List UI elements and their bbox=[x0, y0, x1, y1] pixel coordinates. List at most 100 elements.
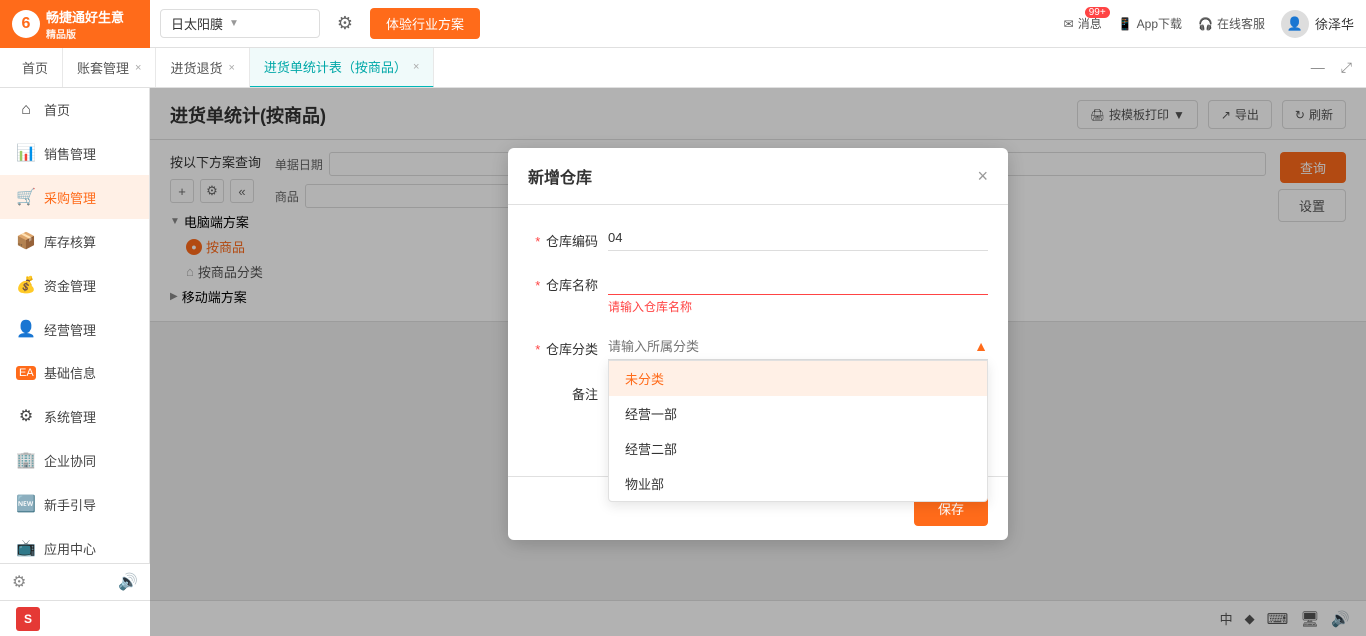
sidebar-item-sales[interactable]: 📊 销售管理 bbox=[0, 131, 149, 175]
enterprise-icon: 🏢 bbox=[16, 450, 36, 470]
tab-expand-icon[interactable]: ⤢ bbox=[1335, 57, 1358, 78]
apps-icon: 📺 bbox=[16, 538, 36, 558]
tab-purchase-stats-label: 进货单统计表（按商品） bbox=[264, 57, 407, 76]
classify-input-row: ▲ bbox=[608, 333, 988, 360]
bottom-left: S bbox=[16, 607, 40, 631]
required-star-code: * bbox=[535, 234, 540, 249]
classify-wrapper: ▲ 未分类 经营一部 经营二部 物业部 bbox=[608, 333, 988, 360]
tab-purchase-stats[interactable]: 进货单统计表（按商品） × bbox=[250, 48, 434, 88]
store-arrow-icon: ▼ bbox=[229, 18, 239, 29]
top-header: 6 畅捷通好生意 精品版 日太阳膜 ▼ ⚙ 体验行业方案 ✉ 消息 99+ 📱 … bbox=[0, 0, 1366, 48]
code-label: * 仓库编码 bbox=[528, 225, 598, 250]
sidebar-speaker-icon[interactable]: 🔊 bbox=[118, 572, 138, 592]
sidebar-item-finance[interactable]: 💰 资金管理 bbox=[0, 263, 149, 307]
content-area: 进货单统计(按商品) 🖨 按模板打印 ▼ ↗ 导出 ↻ 刷新 bbox=[150, 88, 1366, 636]
main-layout: ⌂ 首页 📊 销售管理 🛒 采购管理 📦 库存核算 💰 资金管理 👤 经营管理 … bbox=[0, 88, 1366, 636]
service-label: 在线客服 bbox=[1217, 15, 1265, 32]
tab-accounts[interactable]: 账套管理 × bbox=[63, 48, 156, 88]
logo-text: 畅捷通好生意 精品版 bbox=[46, 7, 124, 41]
modal-header: 新增仓库 × bbox=[508, 148, 1008, 205]
sidebar-apps-label: 应用中心 bbox=[44, 539, 96, 558]
form-row-name: * 仓库名称 请输入仓库名称 bbox=[528, 269, 988, 315]
form-row-code: * 仓库编码 bbox=[528, 225, 988, 251]
inventory-icon: 📦 bbox=[16, 231, 36, 251]
logo-area: 6 畅捷通好生意 精品版 bbox=[0, 0, 150, 48]
app-icon: 📱 bbox=[1118, 17, 1133, 31]
sidebar-item-home[interactable]: ⌂ 首页 bbox=[0, 88, 149, 131]
name-error-msg: 请输入仓库名称 bbox=[608, 298, 988, 315]
form-row-classify: * 仓库分类 ▲ 未分类 经营一部 经 bbox=[528, 333, 988, 360]
sidebar: ⌂ 首页 📊 销售管理 🛒 采购管理 📦 库存核算 💰 资金管理 👤 经营管理 … bbox=[0, 88, 150, 636]
code-input[interactable] bbox=[608, 225, 988, 251]
classify-arrow-icon[interactable]: ▲ bbox=[974, 338, 988, 354]
sidebar-settings-icon[interactable]: ⚙ bbox=[12, 572, 26, 592]
bottom-logo: S bbox=[16, 607, 40, 631]
user-name: 徐泽华 bbox=[1315, 14, 1354, 33]
user-area[interactable]: 👤 徐泽华 bbox=[1281, 10, 1354, 38]
tab-purchase-return[interactable]: 进货退货 × bbox=[156, 48, 249, 88]
classify-dropdown: 未分类 经营一部 经营二部 物业部 bbox=[608, 360, 988, 502]
sales-icon: 📊 bbox=[16, 143, 36, 163]
system-icon: ⚙ bbox=[16, 406, 36, 426]
modal-close-icon[interactable]: × bbox=[977, 166, 988, 187]
sidebar-home-label: 首页 bbox=[44, 100, 70, 119]
dropdown-item-property[interactable]: 物业部 bbox=[609, 466, 987, 501]
classify-input[interactable] bbox=[608, 339, 974, 354]
sidebar-item-guide[interactable]: 🆕 新手引导 bbox=[0, 482, 149, 526]
service-item[interactable]: 🎧 在线客服 bbox=[1198, 15, 1265, 32]
name-input-wrapper: 请输入仓库名称 bbox=[608, 269, 988, 315]
header-right: ✉ 消息 99+ 📱 App下载 🎧 在线客服 👤 徐泽华 bbox=[1064, 10, 1354, 38]
user-avatar: 👤 bbox=[1281, 10, 1309, 38]
tab-minimize-icon[interactable]: — bbox=[1305, 57, 1331, 78]
messages-badge: 99+ bbox=[1085, 7, 1110, 18]
modal-new-warehouse: 新增仓库 × * 仓库编码 * bbox=[508, 148, 1008, 540]
dropdown-item-dept1[interactable]: 经营一部 bbox=[609, 396, 987, 431]
sidebar-inventory-label: 库存核算 bbox=[44, 232, 96, 251]
sidebar-item-basic[interactable]: EA 基础信息 bbox=[0, 351, 149, 394]
sidebar-item-business[interactable]: 👤 经营管理 bbox=[0, 307, 149, 351]
dropdown-item-uncategorized[interactable]: 未分类 bbox=[609, 361, 987, 396]
sidebar-basic-label: 基础信息 bbox=[44, 363, 96, 382]
sidebar-finance-label: 资金管理 bbox=[44, 276, 96, 295]
messages-item[interactable]: ✉ 消息 99+ bbox=[1064, 15, 1102, 32]
tab-accounts-label: 账套管理 bbox=[77, 58, 129, 77]
sidebar-item-system[interactable]: ⚙ 系统管理 bbox=[0, 394, 149, 438]
sidebar-item-purchase[interactable]: 🛒 采购管理 bbox=[0, 175, 149, 219]
settings-icon[interactable]: ⚙ bbox=[330, 9, 360, 39]
purchase-icon: 🛒 bbox=[16, 187, 36, 207]
classify-label: * 仓库分类 bbox=[528, 333, 598, 358]
store-name: 日太阳膜 bbox=[171, 14, 223, 33]
name-label: * 仓库名称 bbox=[528, 269, 598, 294]
guide-icon: 🆕 bbox=[16, 494, 36, 514]
tab-purchase-return-label: 进货退货 bbox=[170, 58, 222, 77]
tab-accounts-close-icon[interactable]: × bbox=[135, 62, 141, 74]
sidebar-purchase-label: 采购管理 bbox=[44, 188, 96, 207]
basic-icon: EA bbox=[16, 366, 36, 380]
sidebar-enterprise-label: 企业协同 bbox=[44, 451, 96, 470]
sidebar-item-enterprise[interactable]: 🏢 企业协同 bbox=[0, 438, 149, 482]
business-icon: 👤 bbox=[16, 319, 36, 339]
dropdown-item-dept2[interactable]: 经营二部 bbox=[609, 431, 987, 466]
finance-icon: 💰 bbox=[16, 275, 36, 295]
sidebar-guide-label: 新手引导 bbox=[44, 495, 96, 514]
tab-purchase-return-close-icon[interactable]: × bbox=[228, 62, 234, 74]
sidebar-sales-label: 销售管理 bbox=[44, 144, 96, 163]
logo-main: 畅捷通好生意 bbox=[46, 7, 124, 26]
sidebar-system-label: 系统管理 bbox=[44, 407, 96, 426]
tab-bar: 首页 账套管理 × 进货退货 × 进货单统计表（按商品） × — ⤢ bbox=[0, 48, 1366, 88]
app-download-item[interactable]: 📱 App下载 bbox=[1118, 15, 1182, 32]
tab-home[interactable]: 首页 bbox=[8, 48, 63, 88]
tab-purchase-stats-close-icon[interactable]: × bbox=[413, 61, 419, 73]
modal-overlay: 新增仓库 × * 仓库编码 * bbox=[150, 88, 1366, 636]
message-icon: ✉ bbox=[1064, 17, 1074, 31]
store-selector[interactable]: 日太阳膜 ▼ bbox=[160, 9, 320, 38]
trial-button[interactable]: 体验行业方案 bbox=[370, 8, 480, 39]
headset-icon: 🎧 bbox=[1198, 17, 1213, 31]
app-label: App下载 bbox=[1137, 15, 1182, 32]
modal-body: * 仓库编码 * 仓库名称 请输入仓库名称 bbox=[508, 205, 1008, 476]
modal-title: 新增仓库 bbox=[528, 164, 592, 188]
sidebar-item-inventory[interactable]: 📦 库存核算 bbox=[0, 219, 149, 263]
required-star-classify: * bbox=[535, 342, 540, 357]
name-input[interactable] bbox=[608, 269, 988, 295]
logo-icon: 6 bbox=[12, 10, 40, 38]
